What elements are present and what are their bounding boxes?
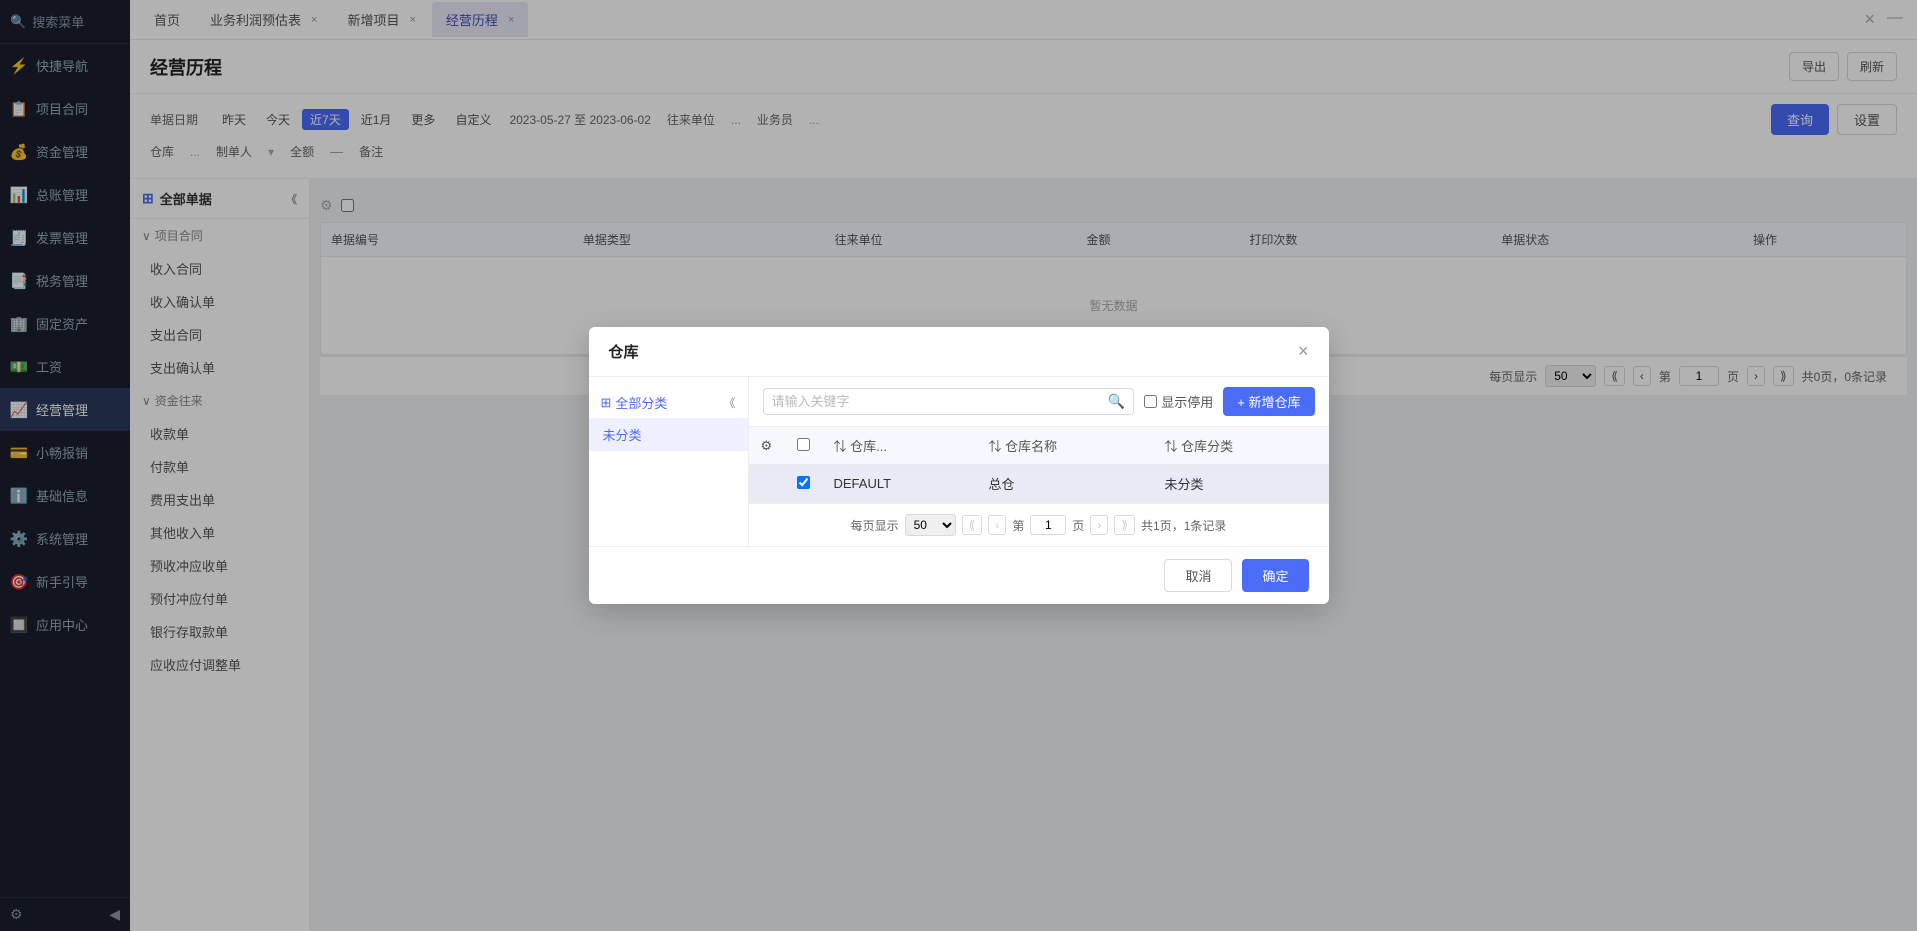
modal-left-item-label: 未分类 xyxy=(603,428,642,443)
modal-title: 仓库 xyxy=(609,341,639,362)
warehouse-modal: 仓库 × ⊞ 全部分类 《 未分类 xyxy=(589,327,1329,604)
gear-settings-icon[interactable]: ⚙ xyxy=(761,438,773,453)
modal-table-container: ⚙ ⇅ 仓库... ⇅ xyxy=(749,427,1329,503)
add-warehouse-button[interactable]: + 新增仓库 xyxy=(1223,387,1314,416)
modal-left-item-uncat[interactable]: 未分类 xyxy=(589,418,748,451)
col-warehouse-category: ⇅ 仓库分类 xyxy=(1152,427,1328,465)
modal-left-collapse-btn[interactable]: 《 xyxy=(723,394,735,411)
row-checkbox-cell xyxy=(785,465,822,503)
row-code-cell: DEFAULT xyxy=(822,465,977,503)
show-disabled-label[interactable]: 显示停用 xyxy=(1144,392,1213,411)
modal-next-btn[interactable]: › xyxy=(1090,515,1108,535)
modal-total-text: 共1页，1条记录 xyxy=(1141,517,1226,534)
modal-cancel-button[interactable]: 取消 xyxy=(1164,559,1232,592)
modal-warehouse-table: ⚙ ⇅ 仓库... ⇅ xyxy=(749,427,1329,503)
modal-right-panel: 🔍 显示停用 + 新增仓库 ⚙ xyxy=(749,377,1329,546)
modal-search-box: 🔍 xyxy=(763,388,1135,415)
modal-table-row[interactable]: DEFAULT 总仓 未分类 xyxy=(749,465,1329,503)
sort-up-icon: ⇅ xyxy=(834,439,847,454)
modal-prev-btn[interactable]: ‹ xyxy=(988,515,1006,535)
row-checkbox[interactable] xyxy=(797,476,810,489)
modal-actions: 取消 确定 xyxy=(589,546,1329,604)
modal-left-panel: ⊞ 全部分类 《 未分类 xyxy=(589,377,749,546)
modal-last-btn[interactable]: ⟫ xyxy=(1114,515,1135,535)
modal-first-btn[interactable]: ⟪ xyxy=(962,515,983,535)
modal-body: ⊞ 全部分类 《 未分类 🔍 显示停用 xyxy=(589,377,1329,546)
modal-toolbar: 🔍 显示停用 + 新增仓库 xyxy=(749,377,1329,427)
modal-left-header-label: 全部分类 xyxy=(615,393,667,412)
modal-page-input[interactable] xyxy=(1030,515,1066,535)
modal-header: 仓库 × xyxy=(589,327,1329,377)
modal-pagination: 每页显示 50 100 ⟪ ‹ 第 页 › ⟫ 共1页，1条记录 xyxy=(749,503,1329,546)
show-disabled-text: 显示停用 xyxy=(1161,392,1213,411)
modal-close-button[interactable]: × xyxy=(1298,341,1309,362)
modal-confirm-button[interactable]: 确定 xyxy=(1242,559,1308,592)
col-settings: ⚙ xyxy=(749,427,785,465)
col-checkbox xyxy=(785,427,822,465)
show-disabled-checkbox[interactable] xyxy=(1144,395,1157,408)
sort-icon-2: ⇅ xyxy=(1164,439,1177,454)
row-category-cell: 未分类 xyxy=(1152,465,1328,503)
col-warehouse-code: ⇅ 仓库... xyxy=(822,427,977,465)
modal-page-suffix: 页 xyxy=(1072,517,1084,534)
modal-search-icon[interactable]: 🔍 xyxy=(1108,393,1125,410)
sort-icon: ⇅ xyxy=(988,439,1001,454)
col-warehouse-name: ⇅ 仓库名称 xyxy=(976,427,1152,465)
modal-per-page-label: 每页显示 xyxy=(851,517,899,534)
modal-per-page-select[interactable]: 50 100 xyxy=(905,514,956,536)
modal-table-header-row: ⚙ ⇅ 仓库... ⇅ xyxy=(749,427,1329,465)
row-settings-cell xyxy=(749,465,785,503)
modal-select-all-checkbox[interactable] xyxy=(797,438,810,451)
modal-page-label: 第 xyxy=(1012,517,1024,534)
modal-left-header: ⊞ 全部分类 《 xyxy=(589,387,748,418)
row-name-cell: 总仓 xyxy=(976,465,1152,503)
modal-search-input[interactable] xyxy=(772,394,1102,409)
modal-overlay: 仓库 × ⊞ 全部分类 《 未分类 xyxy=(0,0,1917,931)
